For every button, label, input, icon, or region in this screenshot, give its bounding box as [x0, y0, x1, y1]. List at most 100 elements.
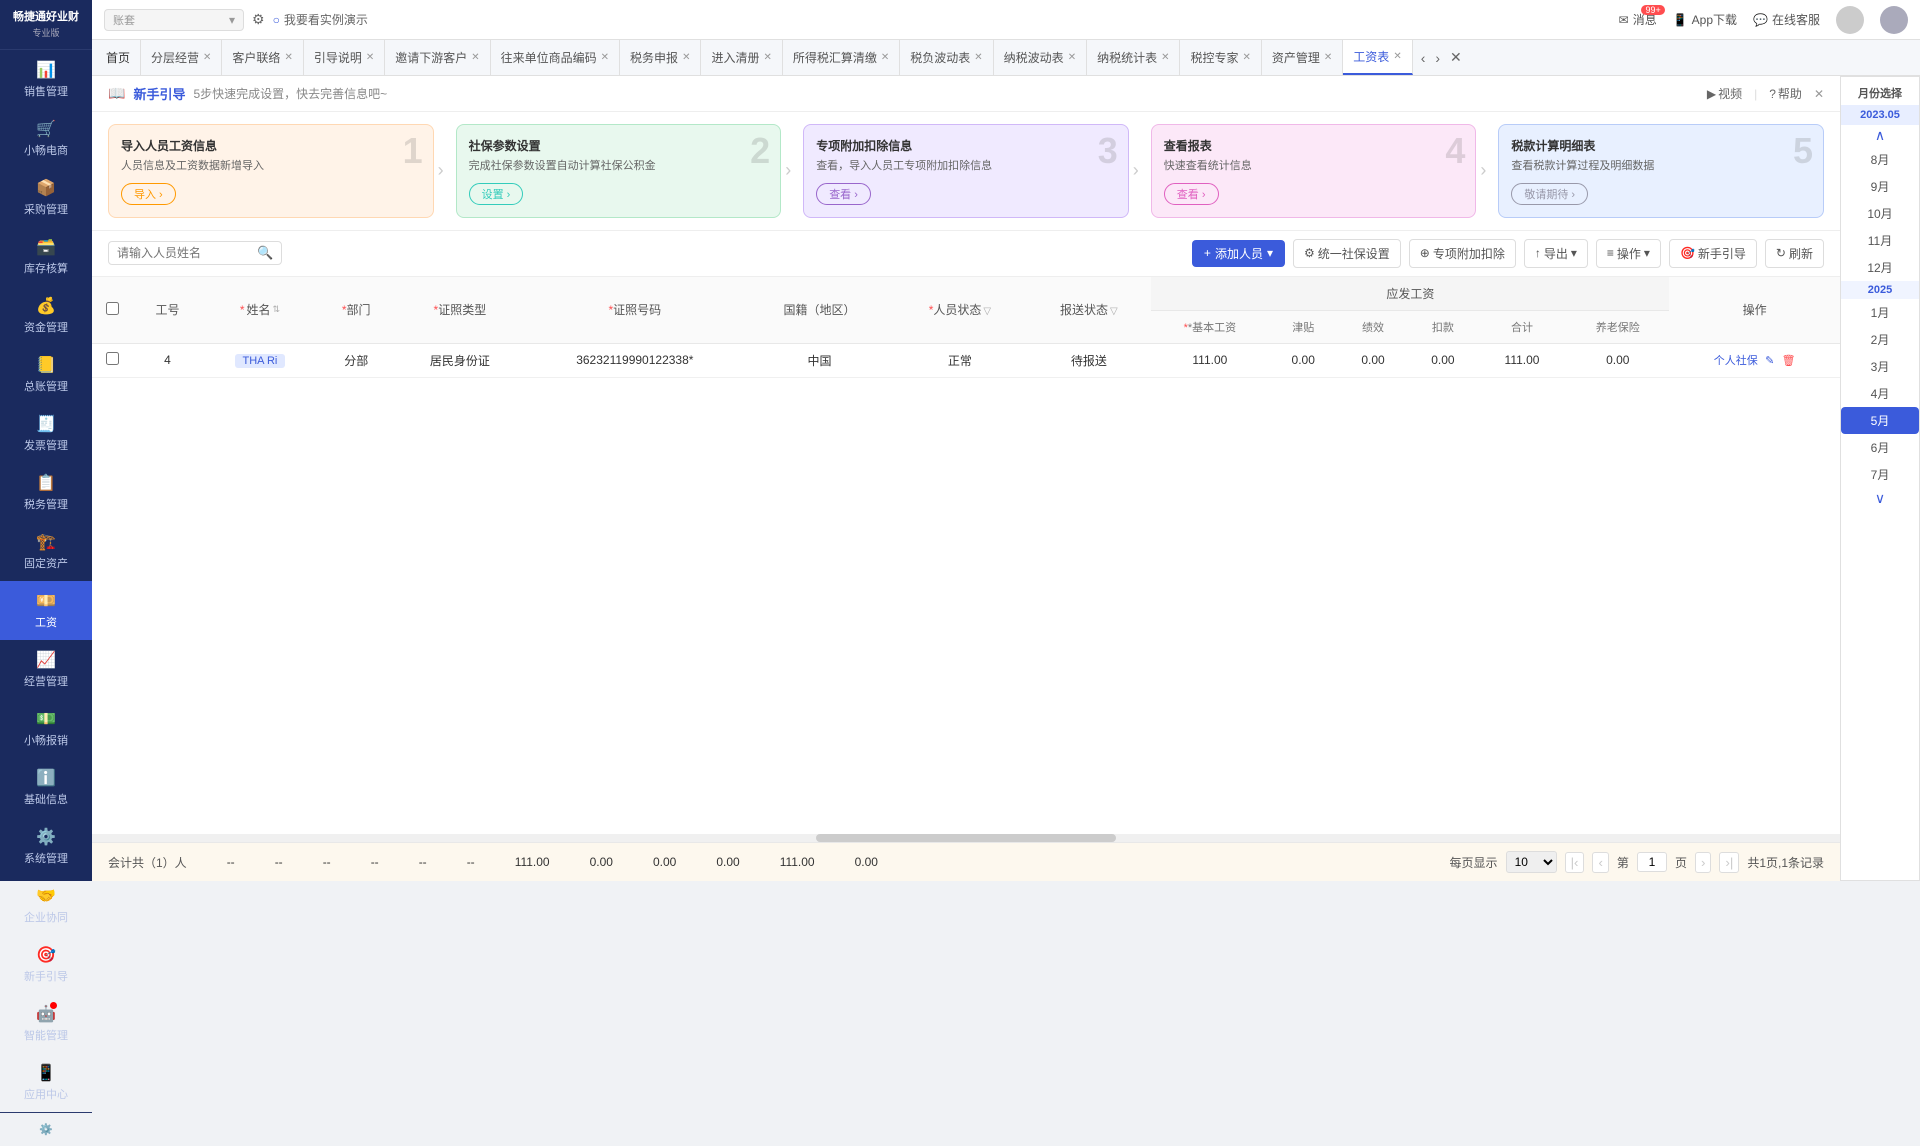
search-icon[interactable]: 🔍	[257, 245, 273, 261]
sidebar-item-inventory[interactable]: 🗃️ 库存核算	[0, 227, 92, 286]
new-guide-btn[interactable]: 🎯 新手引导	[1669, 239, 1757, 268]
horizontal-scrollbar[interactable]	[92, 834, 1840, 842]
close-icon[interactable]: ✕	[203, 52, 211, 63]
step-btn-2[interactable]: 设置 ›	[469, 183, 524, 205]
month-4[interactable]: 4月	[1841, 380, 1919, 407]
close-icon[interactable]: ✕	[682, 52, 690, 63]
delete-link[interactable]: 🗑	[1782, 355, 1796, 367]
row-select-checkbox[interactable]	[106, 352, 119, 365]
account-selector[interactable]: 账套 ▾	[104, 9, 244, 31]
tab-clearance[interactable]: 进入清册 ✕	[701, 40, 782, 75]
search-input[interactable]	[117, 246, 257, 260]
close-icon[interactable]: ✕	[1393, 51, 1401, 62]
sidebar-settings[interactable]: ⚙️	[0, 1112, 92, 1146]
social-security-btn[interactable]: ⚙ 统一社保设置	[1293, 239, 1401, 268]
month-10[interactable]: 10月	[1841, 200, 1919, 227]
close-icon[interactable]: ✕	[974, 52, 982, 63]
first-page-btn[interactable]: |‹	[1565, 852, 1585, 873]
message-button[interactable]: ✉ 消息 99+	[1619, 11, 1657, 28]
month-2[interactable]: 2月	[1841, 326, 1919, 353]
month-down-btn[interactable]: ∨	[1841, 488, 1919, 509]
refresh-btn[interactable]: ↻ 刷新	[1765, 239, 1824, 268]
sidebar-item-sales[interactable]: 📊 销售管理	[0, 50, 92, 109]
app-download-button[interactable]: 📱 App下载	[1673, 11, 1737, 28]
sidebar-item-purchase[interactable]: 📦 采购管理	[0, 168, 92, 227]
tab-prev-btn[interactable]: ‹	[1417, 48, 1430, 68]
demo-link[interactable]: ○ 我要看实例演示	[273, 11, 368, 28]
close-icon[interactable]: ✕	[366, 52, 374, 63]
service-button[interactable]: 💬 在线客服	[1753, 11, 1820, 28]
tab-invite[interactable]: 邀请下游客户 ✕	[385, 40, 490, 75]
tab-tax-stat[interactable]: 纳税统计表 ✕	[1087, 40, 1180, 75]
tab-goods-code[interactable]: 往来单位商品编码 ✕	[491, 40, 620, 75]
tab-close-all-btn[interactable]: ✕	[1446, 47, 1466, 68]
select-all-checkbox[interactable]	[106, 302, 119, 315]
tab-income-tax[interactable]: 所得税汇算清缴 ✕	[783, 40, 900, 75]
close-icon[interactable]: ✕	[1324, 52, 1332, 63]
operation-btn[interactable]: ≡ 操作 ▾	[1596, 239, 1661, 268]
tab-layered[interactable]: 分层经营 ✕	[141, 40, 222, 75]
add-person-button[interactable]: + 添加人员 ▾	[1192, 240, 1285, 267]
sidebar-item-finance[interactable]: 💰 资金管理	[0, 286, 92, 345]
tab-tax-burden[interactable]: 税负波动表 ✕	[900, 40, 993, 75]
tab-tax-wave[interactable]: 纳税波动表 ✕	[994, 40, 1087, 75]
tab-guide-intro[interactable]: 引导说明 ✕	[304, 40, 385, 75]
sidebar-item-collab[interactable]: 🤝 企业协同	[0, 876, 92, 935]
tab-salary[interactable]: 工资表 ✕	[1343, 40, 1412, 75]
sidebar-item-ledger[interactable]: 📒 总账管理	[0, 345, 92, 404]
report-filter-icon[interactable]: ▽	[1110, 306, 1118, 317]
sidebar-item-assets[interactable]: 🏗️ 固定资产	[0, 522, 92, 581]
video-link[interactable]: ▶ 视频	[1707, 85, 1742, 102]
month-8[interactable]: 8月	[1841, 146, 1919, 173]
tab-tax-report[interactable]: 税务申报 ✕	[620, 40, 701, 75]
sidebar-item-management[interactable]: 📈 经营管理	[0, 640, 92, 699]
user-avatar2[interactable]	[1880, 6, 1908, 34]
close-icon[interactable]: ✕	[601, 52, 609, 63]
special-deduct-btn[interactable]: ⊕ 专项附加扣除	[1409, 239, 1516, 268]
month-3[interactable]: 3月	[1841, 353, 1919, 380]
step-btn-1[interactable]: 导入 ›	[121, 183, 176, 205]
month-1[interactable]: 1月	[1841, 299, 1919, 326]
month-6[interactable]: 6月	[1841, 434, 1919, 461]
close-icon[interactable]: ✕	[763, 52, 771, 63]
month-7[interactable]: 7月	[1841, 461, 1919, 488]
close-icon[interactable]: ✕	[1161, 52, 1169, 63]
page-size-select[interactable]: 10 20 50 100	[1506, 851, 1557, 873]
tab-contact[interactable]: 客户联络 ✕	[222, 40, 303, 75]
tab-next-btn[interactable]: ›	[1431, 48, 1444, 68]
month-12[interactable]: 12月	[1841, 254, 1919, 281]
next-page-btn[interactable]: ›	[1695, 852, 1711, 873]
close-icon[interactable]: ✕	[1068, 52, 1076, 63]
prev-page-btn[interactable]: ‹	[1592, 852, 1608, 873]
guide-close-btn[interactable]: ✕	[1814, 87, 1824, 101]
step-btn-5[interactable]: 敬请期待 ›	[1511, 183, 1588, 205]
close-icon[interactable]: ✕	[471, 52, 479, 63]
edit-link[interactable]: ✎	[1765, 355, 1774, 367]
step-btn-3[interactable]: 查看 ›	[816, 183, 871, 205]
user-avatar[interactable]	[1836, 6, 1864, 34]
month-11[interactable]: 11月	[1841, 227, 1919, 254]
tab-assets[interactable]: 资产管理 ✕	[1262, 40, 1343, 75]
sidebar-item-basic-info[interactable]: ℹ️ 基础信息	[0, 758, 92, 817]
sidebar-item-expense[interactable]: 💵 小畅报销	[0, 699, 92, 758]
last-page-btn[interactable]: ›|	[1719, 852, 1739, 873]
tab-tax-expert[interactable]: 税控专家 ✕	[1180, 40, 1261, 75]
tab-home[interactable]: 首页	[96, 40, 141, 75]
step-btn-4[interactable]: 查看 ›	[1164, 183, 1219, 205]
scroll-bar-thumb[interactable]	[816, 834, 1116, 842]
sidebar-item-ai[interactable]: 🤖 智能管理	[0, 994, 92, 1053]
page-input[interactable]	[1637, 852, 1667, 872]
close-icon[interactable]: ✕	[881, 52, 889, 63]
sidebar-item-ecommerce[interactable]: 🛒 小畅电商	[0, 109, 92, 168]
gear-icon[interactable]: ⚙	[252, 11, 265, 28]
sidebar-item-tax[interactable]: 📋 税务管理	[0, 463, 92, 522]
close-icon[interactable]: ✕	[284, 52, 292, 63]
month-up-btn[interactable]: ∧	[1841, 125, 1919, 146]
close-icon[interactable]: ✕	[1243, 52, 1251, 63]
month-5-active[interactable]: 5月	[1841, 407, 1919, 434]
sidebar-item-system[interactable]: ⚙️ 系统管理	[0, 817, 92, 876]
sidebar-item-appcenter[interactable]: 📱 应用中心	[0, 1053, 92, 1112]
status-filter-icon[interactable]: ▽	[983, 306, 991, 317]
export-btn[interactable]: ↑ 导出 ▾	[1524, 239, 1588, 268]
sidebar-item-salary[interactable]: 💴 工资	[0, 581, 92, 640]
